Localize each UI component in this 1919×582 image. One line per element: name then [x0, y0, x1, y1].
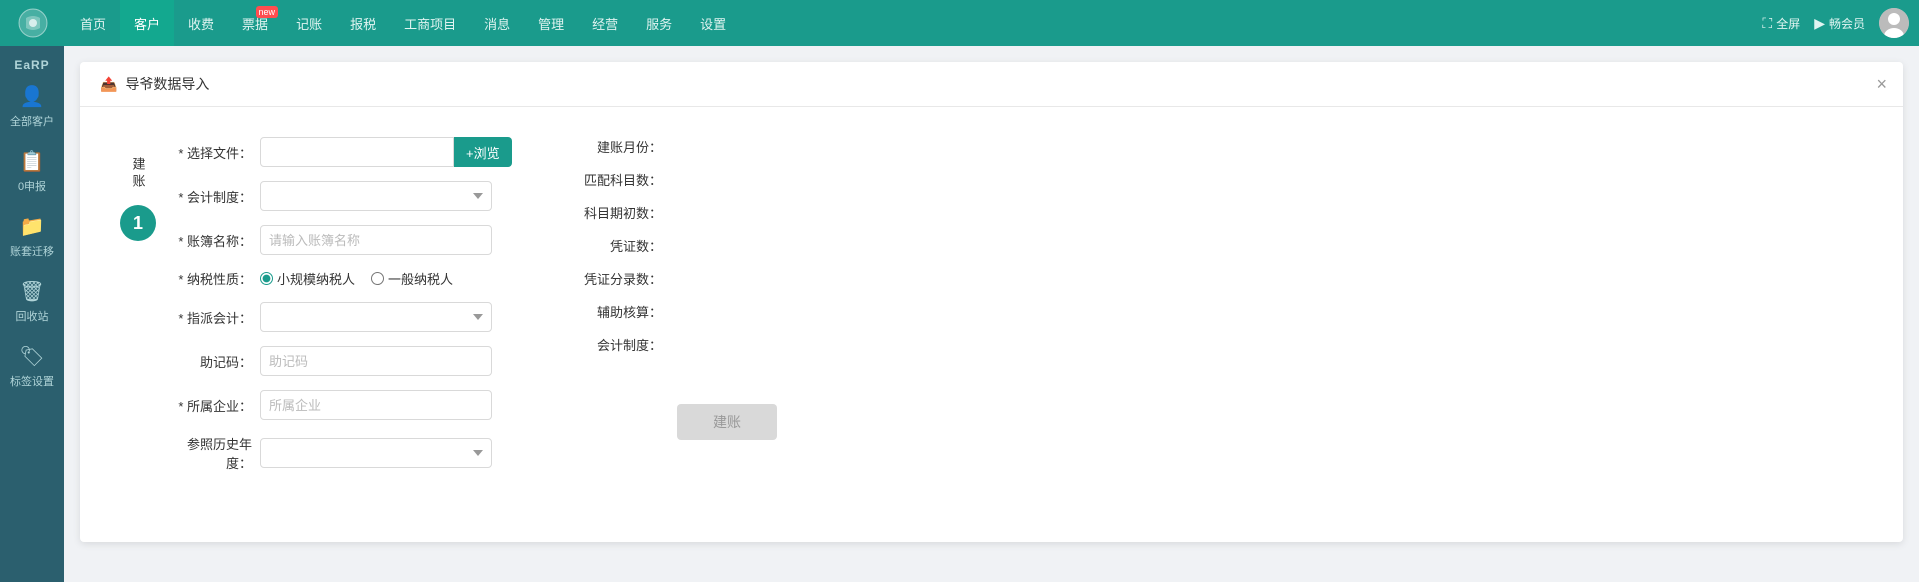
month-label: 建账月份：: [572, 137, 662, 156]
file-label: * 选择文件：: [172, 143, 252, 162]
tax-small-radio[interactable]: [260, 272, 273, 285]
voucher-row: 凭证数：: [572, 236, 792, 255]
nav-item-message[interactable]: 消息: [470, 0, 524, 46]
sidebar-item-all-customers[interactable]: 👤 全部客户: [2, 76, 62, 137]
import-panel: 📤 导爷数据导入 × 建账 1 * 选择文件：: [80, 62, 1903, 542]
tax-general-option[interactable]: 一般纳税人: [371, 269, 453, 288]
tag-settings-icon: 🏷: [19, 344, 44, 369]
fullscreen-icon: ⛶: [1762, 15, 1772, 32]
nav-item-operation[interactable]: 经营: [578, 0, 632, 46]
sidebar-item-tag-settings[interactable]: 🏷 标签设置: [2, 336, 62, 397]
sidebar-item-declaration[interactable]: 📋 0申报: [2, 141, 62, 202]
vip-btn[interactable]: ▶ 畅会员: [1814, 15, 1865, 32]
panel-title: 导爷数据导入: [125, 74, 209, 94]
assign-accountant-select[interactable]: [260, 302, 492, 332]
tax-small-label: 小规模纳税人: [277, 269, 355, 288]
sidebar-item-recycle[interactable]: 🗑 回收站: [2, 271, 62, 332]
tax-type-row: * 纳税性质： 小规模纳税人 一般纳税人: [172, 269, 492, 288]
nav-item-settings[interactable]: 设置: [686, 0, 740, 46]
nav-right: ⛶ 全屏 ▶ 畅会员: [1762, 8, 1909, 38]
file-input[interactable]: [260, 137, 454, 167]
top-nav: 首页 客户 收费 票据 new 记账 报税 工商项目 消息 管理 经营 服务 设…: [0, 0, 1919, 46]
browse-button[interactable]: +浏览: [454, 137, 512, 167]
avatar[interactable]: [1879, 8, 1909, 38]
tax-general-label: 一般纳税人: [388, 269, 453, 288]
history-year-row: 参照历史年度：: [172, 434, 492, 472]
vip-icon: ▶: [1814, 15, 1825, 32]
step-circle: 1: [120, 205, 156, 241]
sidebar-item-account-migration[interactable]: 📁 账套迁移: [2, 206, 62, 267]
accounting-system-row: * 会计制度：: [172, 181, 492, 211]
memo-input[interactable]: [260, 346, 492, 376]
initial-subjects-label: 科目期初数：: [572, 203, 662, 222]
tax-type-label: * 纳税性质：: [172, 269, 252, 288]
sidebar-item-account-migration-label: 账套迁移: [10, 243, 54, 259]
fullscreen-btn[interactable]: ⛶ 全屏: [1762, 15, 1800, 32]
tax-small-option[interactable]: 小规模纳税人: [260, 269, 355, 288]
company-input[interactable]: [260, 390, 492, 420]
earp-label: EaRP: [14, 58, 49, 72]
nav-item-tax[interactable]: 报税: [336, 0, 390, 46]
form-section-left: 建账 1 * 选择文件： +浏览: [120, 137, 492, 472]
content-area: 📤 导爷数据导入 × 建账 1 * 选择文件：: [64, 46, 1919, 582]
voucher-label: 凭证数：: [572, 236, 662, 255]
tax-type-radio-group: 小规模纳税人 一般纳税人: [260, 269, 453, 288]
main-layout: EaRP 👤 全部客户 📋 0申报 📁 账套迁移 🗑 回收站 🏷 标签设置 📤: [0, 46, 1919, 582]
nav-item-home[interactable]: 首页: [66, 0, 120, 46]
nav-item-manage[interactable]: 管理: [524, 0, 578, 46]
nav-items: 首页 客户 收费 票据 new 记账 报税 工商项目 消息 管理 经营 服务 设…: [66, 0, 1762, 46]
assign-accountant-label: * 指派会计：: [172, 308, 252, 327]
recycle-icon: 🗑: [19, 279, 44, 304]
month-row: 建账月份：: [572, 137, 792, 156]
right-accounting-system-label: 会计制度：: [572, 335, 662, 354]
declaration-icon: 📋: [20, 149, 45, 174]
voucher-entries-row: 凭证分录数：: [572, 269, 792, 288]
aux-accounting-row: 辅助核算：: [572, 302, 792, 321]
account-migration-icon: 📁: [20, 214, 45, 239]
form-grid: * 选择文件： +浏览 * 会计制度：: [172, 137, 492, 472]
memo-row: 助记码：: [172, 346, 492, 376]
new-badge: new: [256, 6, 279, 18]
right-accounting-system-row: 会计制度：: [572, 335, 792, 354]
nav-item-account[interactable]: 记账: [282, 0, 336, 46]
assign-accountant-row: * 指派会计：: [172, 302, 492, 332]
history-year-label: 参照历史年度：: [172, 434, 252, 472]
sidebar-item-all-customers-label: 全部客户: [10, 113, 54, 129]
nav-item-billing[interactable]: 收费: [174, 0, 228, 46]
sidebar-item-recycle-label: 回收站: [16, 308, 49, 324]
create-account-button[interactable]: 建账: [677, 404, 777, 440]
file-input-group: +浏览: [260, 137, 512, 167]
match-subjects-row: 匹配科目数：: [572, 170, 792, 189]
company-label: * 所属企业：: [172, 396, 252, 415]
account-name-row: * 账簿名称：: [172, 225, 492, 255]
panel-body: 建账 1 * 选择文件： +浏览: [80, 107, 1903, 502]
nav-item-service[interactable]: 服务: [632, 0, 686, 46]
step-label: 建账: [129, 157, 148, 191]
nav-item-business[interactable]: 工商项目: [390, 0, 470, 46]
initial-subjects-row: 科目期初数：: [572, 203, 792, 222]
account-name-input[interactable]: [260, 225, 492, 255]
history-year-select[interactable]: [260, 438, 492, 468]
panel-header: 📤 导爷数据导入: [80, 62, 1903, 107]
nav-item-customer[interactable]: 客户: [120, 0, 174, 46]
sidebar-item-tag-settings-label: 标签设置: [10, 373, 54, 389]
accounting-system-label: * 会计制度：: [172, 187, 252, 206]
accounting-system-select[interactable]: [260, 181, 492, 211]
sidebar: EaRP 👤 全部客户 📋 0申报 📁 账套迁移 🗑 回收站 🏷 标签设置: [0, 46, 64, 582]
all-customers-icon: 👤: [20, 84, 45, 109]
nav-item-invoice[interactable]: 票据 new: [228, 0, 282, 46]
match-subjects-label: 匹配科目数：: [572, 170, 662, 189]
file-row: * 选择文件： +浏览: [172, 137, 492, 167]
voucher-entries-label: 凭证分录数：: [572, 269, 662, 288]
form-section-right: 建账月份： 匹配科目数： 科目期初数： 凭证数：: [572, 137, 792, 354]
aux-accounting-label: 辅助核算：: [572, 302, 662, 321]
nav-logo: [10, 0, 56, 46]
tax-general-radio[interactable]: [371, 272, 384, 285]
company-row: * 所属企业：: [172, 390, 492, 420]
account-name-label: * 账簿名称：: [172, 231, 252, 250]
import-icon: 📤: [100, 76, 117, 93]
sidebar-item-declaration-label: 0申报: [18, 178, 46, 194]
memo-label: 助记码：: [172, 352, 252, 371]
close-button[interactable]: ×: [1876, 74, 1887, 95]
